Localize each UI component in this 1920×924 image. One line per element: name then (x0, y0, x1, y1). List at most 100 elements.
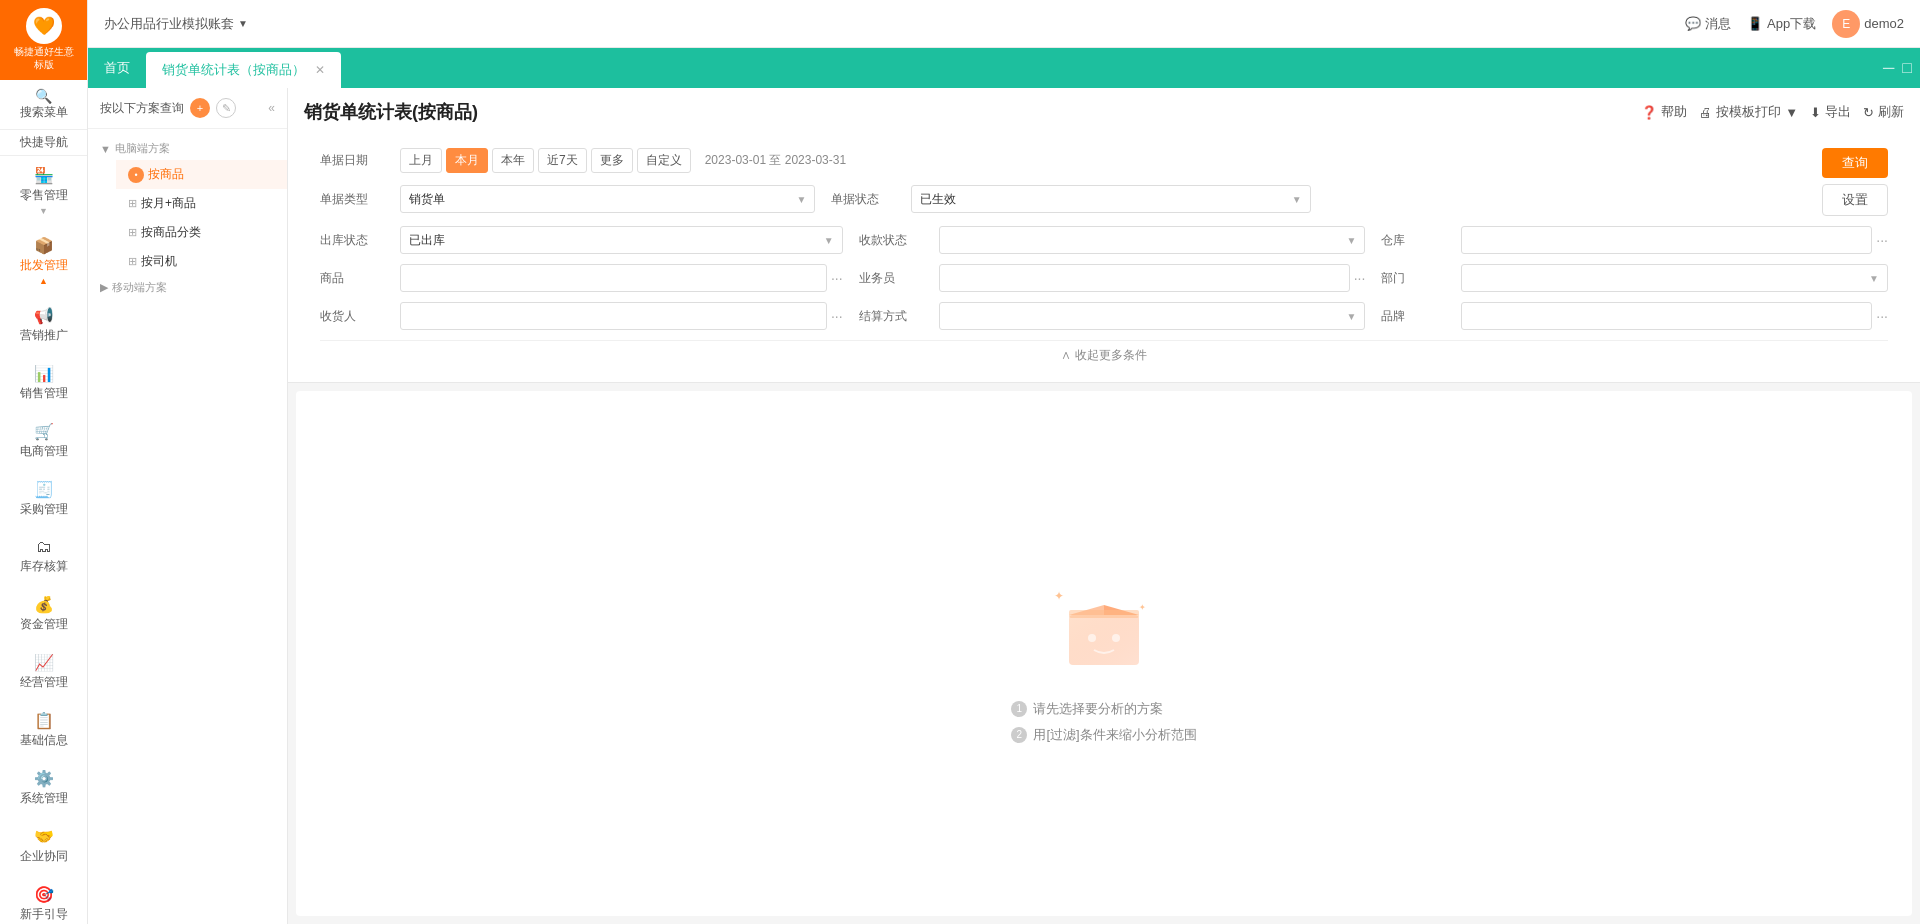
base-icon: 📋 (34, 711, 54, 730)
goods-ellipsis[interactable]: ··· (831, 270, 843, 286)
sidebar-item-system[interactable]: ⚙️ 系统管理 (0, 759, 87, 817)
settle-select[interactable]: ▼ (939, 302, 1366, 330)
app-download-btn[interactable]: 📱 App下载 (1747, 15, 1816, 33)
filter-warehouse: 仓库 ··· (1365, 226, 1888, 254)
tree-expand-icon-mobile[interactable]: ▶ (100, 281, 108, 294)
help-btn[interactable]: ❓ 帮助 (1641, 103, 1687, 121)
sidebar-item-wholesale[interactable]: 📦 批发管理 ▲ (0, 226, 87, 296)
docstatus-label: 单据状态 (831, 191, 911, 208)
scheme-by-month-goods[interactable]: ⊞ 按月+商品 (116, 189, 287, 218)
svg-point-4 (1088, 634, 1096, 642)
collapse-filters-btn[interactable]: ∧ 收起更多条件 (320, 340, 1888, 370)
sidebar-item-sales[interactable]: 📊 销售管理 (0, 354, 87, 412)
collapse-arrow-icon: ∧ (1061, 348, 1071, 362)
print-btn[interactable]: 🖨 按模板打印 ▼ (1699, 103, 1798, 121)
scheme-by-goods-label: 按商品 (148, 166, 184, 183)
app-sub: 标版 (34, 58, 54, 72)
sidebar-label-ops: 经营管理 (20, 674, 68, 691)
dept-select[interactable]: ▼ (1461, 264, 1888, 292)
add-scheme-btn[interactable]: + (190, 98, 210, 118)
doctype-value: 销货单 (409, 191, 445, 208)
sidebar-item-retail[interactable]: 🏪 零售管理 ▼ (0, 156, 87, 226)
query-btn[interactable]: 查询 (1822, 148, 1888, 178)
filter-salesperson: 业务员 ··· (843, 264, 1366, 292)
export-icon: ⬇ (1810, 105, 1821, 120)
sidebar-item-newbie[interactable]: 🎯 新手引导 (0, 875, 87, 924)
hint-num-2: 2 (1011, 727, 1027, 743)
date-btn-more[interactable]: 更多 (591, 148, 633, 173)
salesperson-input[interactable] (939, 264, 1350, 292)
filter-outstatus: 出库状态 已出库 ▼ (320, 226, 843, 254)
svg-rect-3 (1069, 610, 1139, 618)
sidebar-item-marketing[interactable]: 📢 营销推广 (0, 296, 87, 354)
content-area: 按以下方案查询 + ✎ « ▼ 电脑端方案 • 按商品 ⊞ 按月+商 (88, 88, 1920, 924)
collectstatus-chevron: ▼ (1346, 235, 1356, 246)
export-btn[interactable]: ⬇ 导出 (1810, 103, 1851, 121)
date-btn-custom[interactable]: 自定义 (637, 148, 691, 173)
sidebar-label-purchase: 采购管理 (20, 501, 68, 518)
sidebar-item-inventory[interactable]: 🗂 库存核算 (0, 528, 87, 585)
tab-close-icon[interactable]: ✕ (315, 63, 325, 77)
date-btn-this-month[interactable]: 本月 (446, 148, 488, 173)
chevron-down-icon: ▼ (238, 18, 248, 29)
sidebar-item-collab[interactable]: 🤝 企业协同 (0, 817, 87, 875)
filter-doctype: 单据类型 销货单 ▼ (320, 185, 815, 213)
scheme-by-goods[interactable]: • 按商品 (116, 160, 287, 189)
scheme-by-month-goods-label: 按月+商品 (141, 195, 196, 212)
search-menu[interactable]: 🔍 搜索菜单 (0, 80, 87, 130)
tabbar: 首页 销货单统计表（按商品） ✕ ─ □ (88, 48, 1920, 88)
sidebar-item-purchase[interactable]: 🧾 采购管理 (0, 470, 87, 528)
recipient-ellipsis[interactable]: ··· (831, 308, 843, 324)
docstatus-select[interactable]: 已生效 ▼ (911, 185, 1310, 213)
maximize-icon[interactable]: □ (1902, 59, 1912, 77)
salesperson-ellipsis[interactable]: ··· (1354, 270, 1366, 286)
brand-input[interactable] (1461, 302, 1872, 330)
quick-nav[interactable]: 快捷导航 (0, 130, 87, 156)
tab-report[interactable]: 销货单统计表（按商品） ✕ (146, 52, 341, 88)
doctype-select[interactable]: 销货单 ▼ (400, 185, 815, 213)
sub-icon-1: ⊞ (128, 197, 137, 210)
scheme-by-goods-cat-label: 按商品分类 (141, 224, 201, 241)
sidebar-label-finance: 资金管理 (20, 616, 68, 633)
tab-home-label: 首页 (104, 59, 130, 77)
brand-ellipsis[interactable]: ··· (1876, 308, 1888, 324)
doctype-label: 单据类型 (320, 191, 400, 208)
collapse-panel-btn[interactable]: « (268, 101, 275, 115)
date-control: 上月 本月 本年 近7天 更多 自定义 2023-03-01 至 2023-03… (400, 148, 1806, 173)
scheme-by-goods-cat[interactable]: ⊞ 按商品分类 (116, 218, 287, 247)
tab-home[interactable]: 首页 (88, 48, 146, 88)
main-area: 办公用品行业模拟账套 ▼ 💬 消息 📱 App下载 E demo2 首页 (88, 0, 1920, 924)
minimize-icon[interactable]: ─ (1883, 59, 1894, 77)
sidebar-item-ecom[interactable]: 🛒 电商管理 (0, 412, 87, 470)
svg-rect-0 (1069, 615, 1139, 665)
warehouse-ellipsis[interactable]: ··· (1876, 232, 1888, 248)
date-btn-last-month[interactable]: 上月 (400, 148, 442, 173)
edit-scheme-btn[interactable]: ✎ (216, 98, 236, 118)
collectstatus-select[interactable]: ▼ (939, 226, 1366, 254)
date-label: 单据日期 (320, 152, 400, 169)
date-btn-7days[interactable]: 近7天 (538, 148, 587, 173)
warehouse-input[interactable] (1461, 226, 1872, 254)
outstatus-select[interactable]: 已出库 ▼ (400, 226, 843, 254)
scheme-by-driver[interactable]: ⊞ 按司机 (116, 247, 287, 276)
refresh-btn[interactable]: ↻ 刷新 (1863, 103, 1904, 121)
account-dropdown[interactable]: 办公用品行业模拟账套 ▼ (104, 15, 248, 33)
tree-expand-icon[interactable]: ▼ (100, 143, 111, 155)
logo-icon: 🧡 (26, 8, 62, 44)
user-menu[interactable]: E demo2 (1832, 10, 1904, 38)
filter-row-2: 出库状态 已出库 ▼ 收款状态 ▼ (320, 226, 1888, 254)
sidebar-item-ops[interactable]: 📈 经营管理 (0, 643, 87, 701)
sidebar-label-marketing: 营销推广 (20, 327, 68, 344)
sidebar: 🧡 畅捷通好生意 标版 🔍 搜索菜单 快捷导航 🏪 零售管理 ▼ 📦 批发管理 … (0, 0, 88, 924)
message-btn[interactable]: 💬 消息 (1685, 15, 1731, 33)
sidebar-item-base[interactable]: 📋 基础信息 (0, 701, 87, 759)
settings-btn[interactable]: 设置 (1822, 184, 1888, 216)
sidebar-item-finance[interactable]: 💰 资金管理 (0, 585, 87, 643)
date-btn-this-year[interactable]: 本年 (492, 148, 534, 173)
goods-input[interactable] (400, 264, 827, 292)
filter-row-4: 收货人 ··· 结算方式 ▼ 品牌 (320, 302, 1888, 330)
page-actions: ❓ 帮助 🖨 按模板打印 ▼ ⬇ 导出 ↻ (1641, 103, 1904, 121)
page-header: 销货单统计表(按商品) ❓ 帮助 🖨 按模板打印 ▼ ⬇ (288, 88, 1920, 383)
recipient-input[interactable] (400, 302, 827, 330)
recipient-label: 收货人 (320, 308, 400, 325)
